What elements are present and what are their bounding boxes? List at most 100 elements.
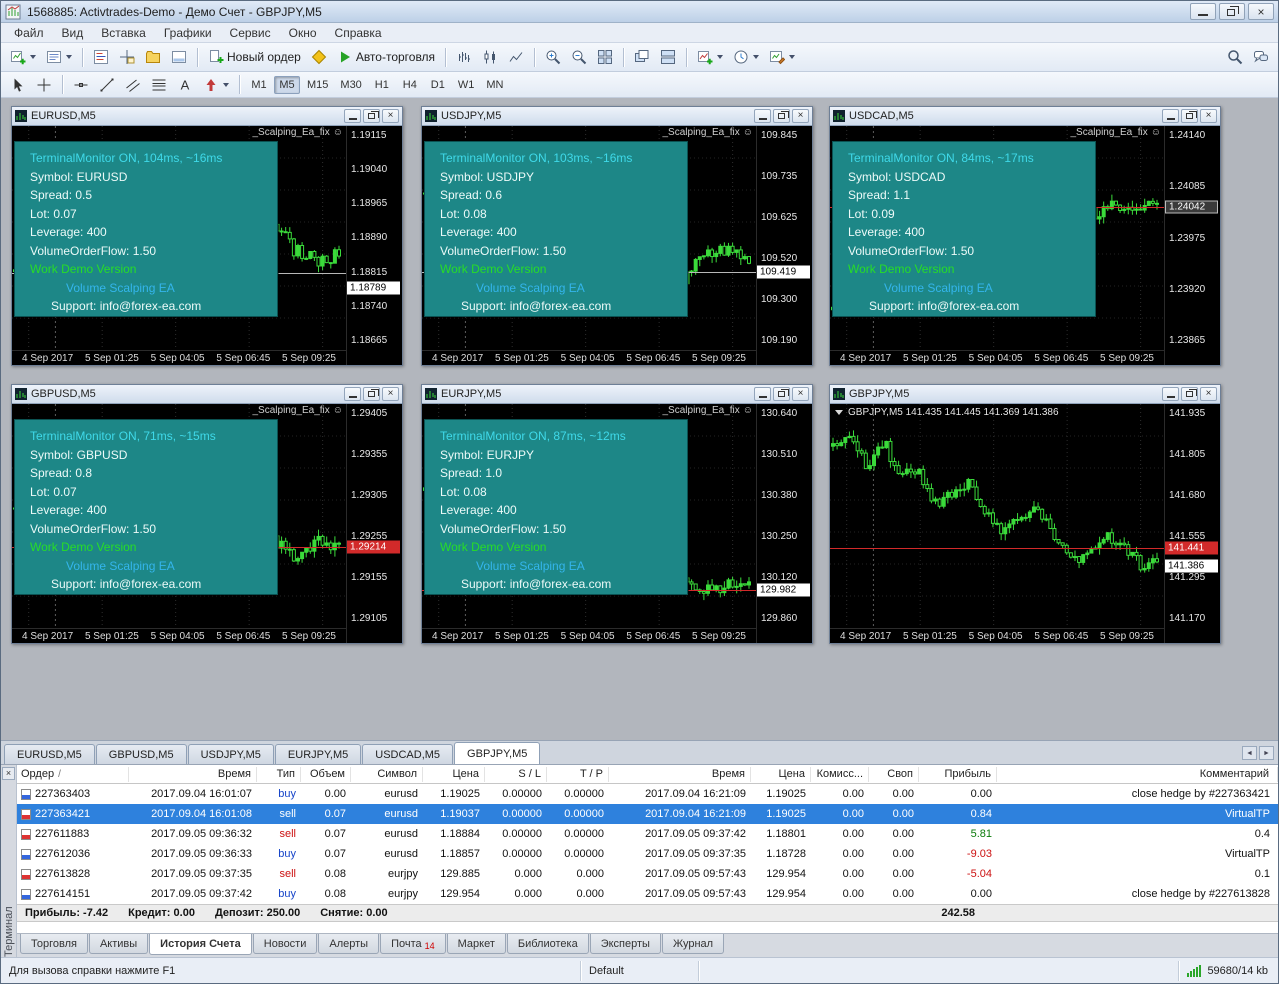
column-header-symbol[interactable]: Символ — [351, 766, 423, 782]
chart-close-button[interactable]: × — [1200, 387, 1217, 401]
window-restore-button[interactable] — [1219, 3, 1245, 20]
indicators-button[interactable] — [692, 46, 728, 69]
column-header-tp[interactable]: T / P — [547, 766, 609, 782]
text-tool-button[interactable]: A — [172, 73, 198, 96]
menu-item[interactable]: Справка — [326, 24, 391, 42]
chart-restore-button[interactable] — [773, 109, 790, 123]
chart-minimize-button[interactable] — [344, 387, 361, 401]
chart-window-usdcad[interactable]: USDCAD,M5 × _Scalping_Ea_fix ☺ TerminalMo… — [829, 106, 1221, 366]
status-profile[interactable]: Default — [581, 960, 699, 981]
chart-tab[interactable]: EURUSD,M5 — [4, 744, 95, 764]
chart-window-eurjpy[interactable]: EURJPY,M5 × _Scalping_Ea_fix ☺ TerminalMo… — [421, 384, 813, 644]
menu-item[interactable]: Вид — [53, 24, 93, 42]
column-header-profit[interactable]: Прибыль — [919, 766, 997, 782]
chart-close-button[interactable]: × — [792, 109, 809, 123]
history-row[interactable]: 227363421 2017.09.04 16:01:08 sell 0.07 … — [17, 804, 1278, 824]
chart-titlebar[interactable]: GBPUSD,M5 × — [12, 385, 402, 404]
terminal-tab[interactable]: Библиотека — [506, 934, 589, 954]
column-header-open-time[interactable]: Время — [129, 766, 257, 782]
crosshair-tool-button[interactable] — [31, 73, 57, 96]
metaeditor-button[interactable] — [306, 46, 332, 69]
tile-windows-button[interactable] — [592, 46, 618, 69]
timeframe-button[interactable]: H4 — [397, 76, 423, 94]
chart-window-gbpusd[interactable]: GBPUSD,M5 × _Scalping_Ea_fix ☺ TerminalMo… — [11, 384, 403, 644]
autotrading-button[interactable]: Авто-торговля — [332, 46, 440, 69]
tab-scroll-right-button[interactable]: ► — [1259, 746, 1274, 760]
menu-item[interactable]: Файл — [5, 24, 53, 42]
terminal-tab[interactable]: Журнал — [661, 934, 725, 954]
cascade-windows-button[interactable] — [629, 46, 655, 69]
terminal-panel-button[interactable] — [166, 46, 192, 69]
chart-restore-button[interactable] — [363, 109, 380, 123]
chart-plot[interactable]: _Scalping_Ea_fix ☺ TerminalMonitor ON, 84… — [830, 126, 1164, 350]
terminal-close-button[interactable]: × — [2, 767, 15, 780]
history-row[interactable]: 227611883 2017.09.05 09:36:32 sell 0.07 … — [17, 824, 1278, 844]
chart-plot[interactable]: _Scalping_Ea_fix ☺ TerminalMonitor ON, 10… — [12, 126, 346, 350]
terminal-tab[interactable]: Алерты — [318, 934, 380, 954]
chart-plot[interactable]: GBPJPY,M5 141.435 141.445 141.369 141.38… — [830, 404, 1164, 628]
profiles-button[interactable] — [41, 46, 77, 69]
zoom-in-button[interactable] — [540, 46, 566, 69]
chart-restore-button[interactable] — [773, 387, 790, 401]
timeframe-button[interactable]: MN — [481, 76, 508, 94]
column-header-comment[interactable]: Комментарий — [997, 766, 1278, 782]
window-minimize-button[interactable] — [1190, 3, 1216, 20]
titlebar[interactable]: 1568885: Activtrades-Demo - Демо Счет - … — [1, 1, 1278, 23]
chart-titlebar[interactable]: USDJPY,M5 × — [422, 107, 812, 126]
bar-chart-mode-button[interactable] — [451, 46, 477, 69]
market-watch-button[interactable] — [88, 46, 114, 69]
chart-close-button[interactable]: × — [382, 109, 399, 123]
horizontal-line-tool-button[interactable] — [68, 73, 94, 96]
chart-plot[interactable]: _Scalping_Ea_fix ☺ TerminalMonitor ON, 87… — [422, 404, 756, 628]
column-header-type[interactable]: Тип — [257, 766, 301, 782]
line-chart-mode-button[interactable] — [503, 46, 529, 69]
ea-name-tag[interactable]: _Scalping_Ea_fix ☺ — [253, 405, 344, 416]
chart-restore-button[interactable] — [1181, 387, 1198, 401]
chart-titlebar[interactable]: EURUSD,M5 × — [12, 107, 402, 126]
chart-titlebar[interactable]: GBPJPY,M5 × — [830, 385, 1220, 404]
chart-tab[interactable]: USDCAD,M5 — [362, 744, 454, 764]
menu-item[interactable]: Графики — [155, 24, 221, 42]
timeframe-button[interactable]: D1 — [425, 76, 451, 94]
cursor-tool-button[interactable] — [5, 73, 31, 96]
fibonacci-tool-button[interactable] — [146, 73, 172, 96]
chart-tab[interactable]: EURJPY,M5 — [274, 744, 362, 764]
chart-titlebar[interactable]: USDCAD,M5 × — [830, 107, 1220, 126]
ea-name-tag[interactable]: _Scalping_Ea_fix ☺ — [663, 127, 754, 138]
data-window-button[interactable] — [114, 46, 140, 69]
trendline-tool-button[interactable] — [94, 73, 120, 96]
timeframe-button[interactable]: W1 — [453, 76, 480, 94]
chart-minimize-button[interactable] — [344, 109, 361, 123]
chart-restore-button[interactable] — [363, 387, 380, 401]
history-row[interactable]: 227614151 2017.09.05 09:37:42 buy 0.08 e… — [17, 884, 1278, 904]
terminal-tab[interactable]: Активы — [88, 934, 149, 954]
chart-close-button[interactable]: × — [382, 387, 399, 401]
channel-tool-button[interactable] — [120, 73, 146, 96]
timeframe-button[interactable]: M5 — [274, 75, 300, 94]
column-header-open-price[interactable]: Цена — [423, 766, 485, 782]
timeframe-button[interactable]: M15 — [302, 76, 333, 94]
chart-window-eurusd[interactable]: EURUSD,M5 × _Scalping_Ea_fix ☺ TerminalMo… — [11, 106, 403, 366]
terminal-tab[interactable]: Эксперты — [589, 934, 661, 954]
column-header-volume[interactable]: Объем — [301, 766, 351, 782]
ea-name-tag[interactable]: _Scalping_Ea_fix ☺ — [253, 127, 344, 138]
menu-item[interactable]: Сервис — [221, 24, 280, 42]
menu-item[interactable]: Окно — [280, 24, 326, 42]
chart-close-button[interactable]: × — [1200, 109, 1217, 123]
chart-window-gbpjpy[interactable]: GBPJPY,M5 × GBPJPY,M5 141.435 141.445 14… — [829, 384, 1221, 644]
terminal-tab[interactable]: Торговля — [20, 934, 88, 954]
terminal-tab[interactable]: Новости — [252, 934, 318, 954]
history-row[interactable]: 227613828 2017.09.05 09:37:35 sell 0.08 … — [17, 864, 1278, 884]
chart-tab[interactable]: USDJPY,M5 — [187, 744, 274, 764]
menu-item[interactable]: Вставка — [92, 24, 155, 42]
chart-minimize-button[interactable] — [754, 387, 771, 401]
window-close-button[interactable]: × — [1248, 3, 1274, 20]
column-header-commission[interactable]: Комисс... — [811, 766, 869, 782]
new-order-button[interactable]: Новый ордер — [203, 46, 306, 69]
column-header-close-time[interactable]: Время — [609, 766, 751, 782]
periods-button[interactable] — [728, 46, 764, 69]
templates-button[interactable] — [764, 46, 800, 69]
chart-plot[interactable]: _Scalping_Ea_fix ☺ TerminalMonitor ON, 10… — [422, 126, 756, 350]
tile-horizontal-button[interactable] — [655, 46, 681, 69]
chart-window-usdjpy[interactable]: USDJPY,M5 × _Scalping_Ea_fix ☺ TerminalMo… — [421, 106, 813, 366]
